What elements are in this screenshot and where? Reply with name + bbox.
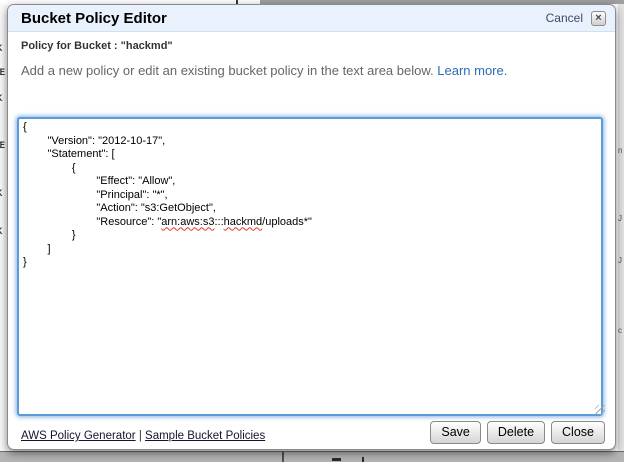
sample-bucket-policies-link[interactable]: Sample Bucket Policies [145, 430, 265, 442]
dialog-body: Policy for Bucket : "hackmd" Add a new p… [8, 32, 615, 78]
background-text-fragment [362, 457, 364, 462]
save-button[interactable]: Save [430, 421, 481, 444]
delete-button[interactable]: Delete [487, 421, 545, 444]
policy-textarea[interactable]: { "Version": "2012-10-17", "Statement": … [17, 117, 603, 416]
textarea-resize-grip-icon[interactable] [595, 405, 605, 415]
background-left-sliver: KŒKŒKK [0, 4, 7, 451]
dialog-action-buttons: Save Delete Close [430, 421, 605, 444]
background-column-divider-bottom [282, 452, 284, 462]
description-sentence: Add a new policy or edit an existing buc… [21, 63, 434, 78]
bucket-policy-editor-dialog: Bucket Policy Editor Cancel × Policy for… [7, 4, 616, 450]
cancel-link[interactable]: Cancel [546, 11, 583, 25]
background-bottom-strip [0, 451, 624, 462]
background-text-fragment [332, 458, 341, 461]
close-x-button[interactable]: × [591, 11, 606, 26]
dialog-title: Bucket Policy Editor [21, 10, 546, 27]
background-right-sliver: nJJc [618, 4, 624, 451]
policy-for-bucket-label: Policy for Bucket : "hackmd" [21, 40, 602, 52]
learn-more-link[interactable]: Learn more. [437, 63, 507, 78]
close-button[interactable]: Close [551, 421, 605, 444]
footer-links: AWS Policy Generator | Sample Bucket Pol… [21, 430, 265, 442]
description-text: Add a new policy or edit an existing buc… [21, 63, 602, 78]
aws-policy-generator-link[interactable]: AWS Policy Generator [21, 430, 136, 442]
dialog-header: Bucket Policy Editor Cancel × [8, 5, 615, 32]
close-icon: × [595, 12, 601, 24]
